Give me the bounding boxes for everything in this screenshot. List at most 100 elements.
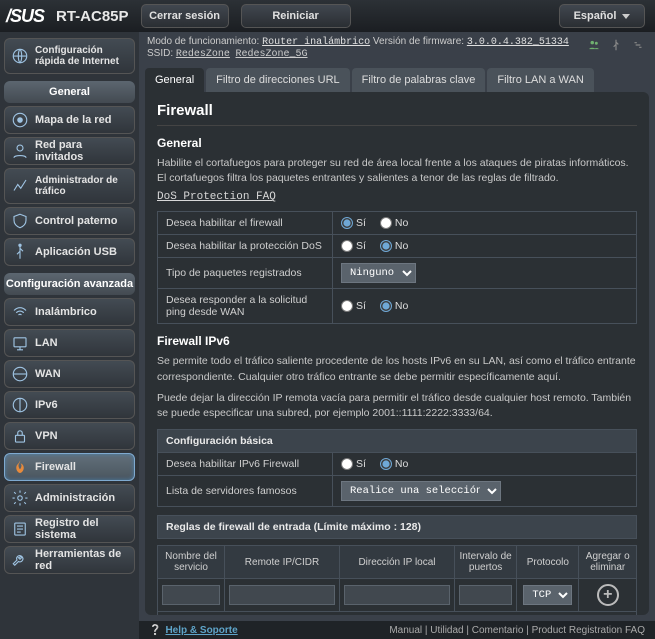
lan-icon bbox=[11, 334, 29, 352]
language-label: Español bbox=[574, 10, 617, 22]
sidebar-item-network-map[interactable]: Mapa de la red bbox=[4, 106, 135, 134]
sidebar-item-label: Registro del sistema bbox=[35, 517, 128, 541]
chevron-down-icon bbox=[622, 14, 630, 19]
map-icon bbox=[11, 111, 29, 129]
wan-icon bbox=[11, 365, 29, 383]
enable-dos-label: Desea habilitar la protección DoS bbox=[158, 235, 333, 258]
footer-links[interactable]: Manual | Utilidad | Comentario | Product… bbox=[389, 625, 645, 636]
brand-logo: /SUS bbox=[6, 6, 52, 27]
col-protocol: Protocolo bbox=[517, 546, 579, 579]
logged-packets-label: Tipo de paquetes registrados bbox=[158, 258, 333, 289]
col-port: Intervalo de puertos bbox=[454, 546, 516, 579]
logout-button[interactable]: Cerrar sesión bbox=[141, 4, 229, 28]
sidebar: Configuración rápida de Internet General… bbox=[0, 32, 139, 639]
tab-general[interactable]: General bbox=[145, 68, 204, 92]
sidebar-item-nettools[interactable]: Herramientas de red bbox=[4, 546, 135, 574]
lock-icon bbox=[11, 427, 29, 445]
page-title: Firewall bbox=[157, 102, 637, 126]
top-bar: /SUS RT-AC85P Cerrar sesión Reiniciar Es… bbox=[0, 0, 655, 32]
enable-ipv6-fw-no[interactable]: No bbox=[380, 458, 408, 470]
link-status-icon[interactable] bbox=[631, 38, 645, 52]
mode-label: Modo de funcionamiento: bbox=[147, 36, 262, 47]
usb-status-icon[interactable] bbox=[609, 38, 623, 52]
sidebar-item-guest-network[interactable]: Red para invitados bbox=[4, 137, 135, 165]
enable-firewall-yes[interactable]: Sí bbox=[341, 217, 366, 229]
enable-ipv6-fw-label: Desea habilitar IPv6 Firewall bbox=[158, 453, 333, 476]
reboot-button[interactable]: Reiniciar bbox=[241, 4, 351, 28]
sidebar-item-label: Administración bbox=[35, 492, 115, 504]
sidebar-item-admin[interactable]: Administración bbox=[4, 484, 135, 512]
add-rule-button[interactable]: + bbox=[597, 584, 619, 606]
dos-faq-link[interactable]: DoS Protection FAQ bbox=[157, 191, 276, 203]
sidebar-item-syslog[interactable]: Registro del sistema bbox=[4, 515, 135, 543]
general-description: Habilite el cortafuegos para proteger su… bbox=[157, 156, 637, 186]
tab-lan-wan-filter[interactable]: Filtro LAN a WAN bbox=[487, 68, 593, 92]
logged-packets-select[interactable]: Ninguno bbox=[341, 263, 416, 283]
status-icons bbox=[587, 38, 645, 52]
sidebar-item-label: Mapa de la red bbox=[35, 114, 111, 126]
sidebar-item-label: Red para invitados bbox=[35, 139, 128, 163]
main-area: Modo de funcionamiento: Router inalámbri… bbox=[139, 32, 655, 639]
firewall-icon bbox=[11, 458, 29, 476]
inbound-rules-heading: Reglas de firewall de entrada (Límite má… bbox=[158, 516, 637, 539]
local-ip-input[interactable] bbox=[344, 585, 450, 605]
protocol-select[interactable]: TCP bbox=[523, 585, 572, 605]
mode-link[interactable]: Router inalámbrico bbox=[262, 37, 370, 48]
radio-label: Sí bbox=[356, 240, 366, 252]
usb-icon bbox=[11, 243, 29, 261]
sidebar-item-traffic[interactable]: Administrador de tráfico bbox=[4, 168, 135, 204]
clients-icon[interactable] bbox=[587, 38, 601, 52]
radio-label: Sí bbox=[356, 458, 366, 470]
sidebar-item-ipv6[interactable]: IPv6 bbox=[4, 391, 135, 419]
shield-icon bbox=[11, 212, 29, 230]
service-input[interactable] bbox=[162, 585, 220, 605]
respond-ping-yes[interactable]: Sí bbox=[341, 300, 366, 312]
content-panel: Firewall General Habilite el cortafuegos… bbox=[145, 92, 649, 615]
ipv6-settings-table: Configuración básica Desea habilitar IPv… bbox=[157, 429, 637, 507]
sidebar-item-wireless[interactable]: Inalámbrico bbox=[4, 298, 135, 326]
sidebar-item-usb[interactable]: Aplicación USB bbox=[4, 238, 135, 266]
tab-keyword-filter[interactable]: Filtro de palabras clave bbox=[352, 68, 486, 92]
sidebar-heading-general: General bbox=[4, 81, 135, 103]
sidebar-item-wan[interactable]: WAN bbox=[4, 360, 135, 388]
ssid-2: RedesZone_5G bbox=[235, 49, 307, 60]
sidebar-item-parental[interactable]: Control paterno bbox=[4, 207, 135, 235]
language-dropdown[interactable]: Español bbox=[559, 4, 645, 28]
sidebar-item-label: Configuración rápida de Internet bbox=[35, 45, 128, 67]
respond-ping-no[interactable]: No bbox=[380, 300, 408, 312]
port-range-input[interactable] bbox=[459, 585, 512, 605]
wifi-icon bbox=[11, 303, 29, 321]
sidebar-item-label: Aplicación USB bbox=[35, 246, 117, 258]
ipv6-icon bbox=[11, 396, 29, 414]
col-service: Nombre del servicio bbox=[158, 546, 225, 579]
sidebar-heading-advanced: Configuración avanzada bbox=[4, 273, 135, 295]
famous-servers-select[interactable]: Realice una selección bbox=[341, 481, 501, 501]
tab-url-filter[interactable]: Filtro de direcciones URL bbox=[206, 68, 350, 92]
remote-ip-input[interactable] bbox=[229, 585, 335, 605]
radio-label: No bbox=[395, 458, 408, 470]
help-support-link[interactable]: Help & Soporte bbox=[165, 625, 237, 636]
col-add-remove: Agregar o eliminar bbox=[579, 546, 637, 579]
sidebar-item-lan[interactable]: LAN bbox=[4, 329, 135, 357]
respond-ping-label: Desea responder a la solicitud ping desd… bbox=[158, 289, 333, 324]
sidebar-item-vpn[interactable]: VPN bbox=[4, 422, 135, 450]
sidebar-item-firewall[interactable]: Firewall bbox=[4, 453, 135, 481]
enable-dos-no[interactable]: No bbox=[380, 240, 408, 252]
enable-ipv6-fw-yes[interactable]: Sí bbox=[341, 458, 366, 470]
sidebar-item-label: Inalámbrico bbox=[35, 306, 97, 318]
sidebar-item-label: Administrador de tráfico bbox=[35, 175, 128, 197]
radio-label: No bbox=[395, 217, 408, 229]
firmware-label: Versión de firmware: bbox=[373, 36, 467, 47]
firmware-link[interactable]: 3.0.0.4.382_51334 bbox=[467, 37, 569, 48]
footer-bar: ❔ Help & Soporte Manual | Utilidad | Com… bbox=[139, 621, 655, 639]
enable-firewall-no[interactable]: No bbox=[380, 217, 408, 229]
enable-dos-yes[interactable]: Sí bbox=[341, 240, 366, 252]
radio-label: No bbox=[395, 300, 408, 312]
globe-icon bbox=[11, 47, 29, 65]
sidebar-item-label: VPN bbox=[35, 430, 58, 442]
tools-icon bbox=[11, 551, 29, 569]
tab-bar: General Filtro de direcciones URL Filtro… bbox=[145, 68, 649, 92]
general-settings-table: Desea habilitar el firewall Sí No Desea … bbox=[157, 211, 637, 324]
section-general: General bbox=[157, 136, 637, 150]
sidebar-item-quick-setup[interactable]: Configuración rápida de Internet bbox=[4, 38, 135, 74]
